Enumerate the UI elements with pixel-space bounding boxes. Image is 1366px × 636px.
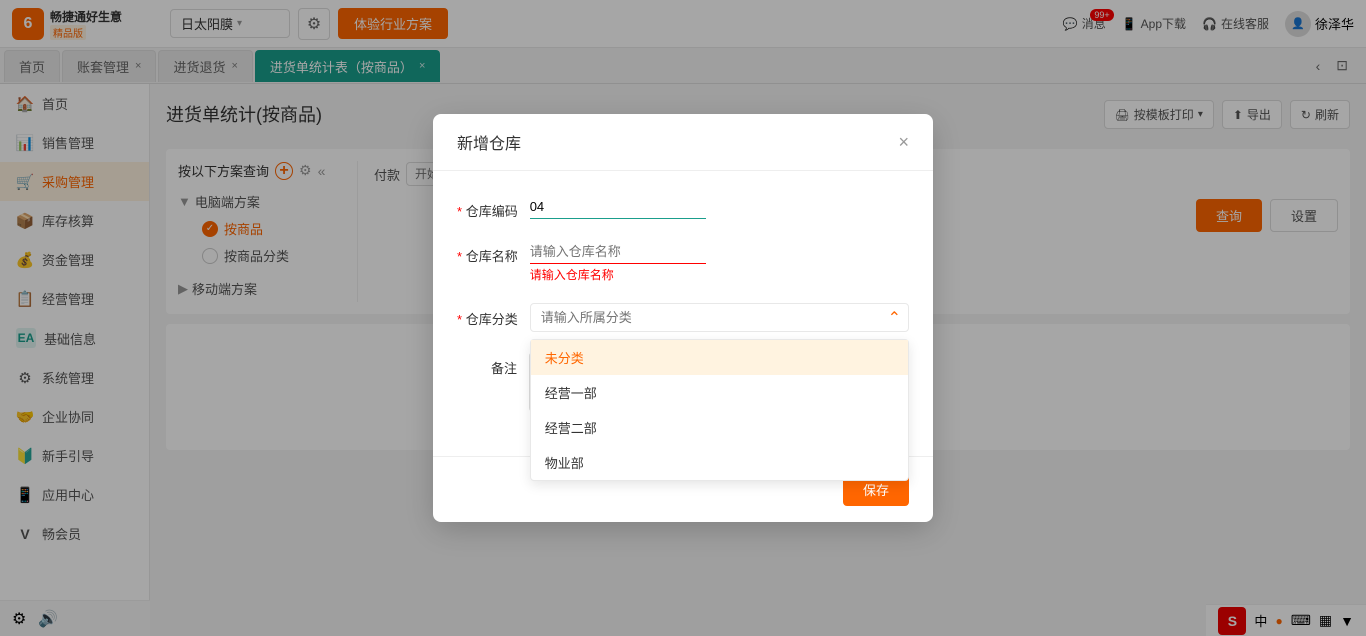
dialog-title: 新增仓库 [457, 130, 521, 154]
dialog-header: 新增仓库 × [433, 114, 933, 171]
modal-overlay: 新增仓库 × * 仓库编码 * 仓库名称 [0, 0, 1366, 636]
required-star: * [457, 204, 462, 219]
name-input-wrap: 请输入仓库名称 [530, 240, 909, 283]
dropdown-item-unclassified[interactable]: 未分类 [531, 340, 908, 375]
warehouse-name-input[interactable] [530, 240, 706, 264]
name-error-msg: 请输入仓库名称 [530, 266, 909, 283]
code-label: * 仓库编码 [457, 195, 518, 220]
dialog-body: * 仓库编码 * 仓库名称 请输入仓库名称 [433, 171, 933, 456]
required-star-3: * [457, 312, 462, 327]
code-input-wrap [530, 195, 909, 219]
dropdown-item-property[interactable]: 物业部 [531, 445, 908, 480]
category-label: * 仓库分类 [457, 303, 518, 328]
dialog-close-button[interactable]: × [898, 132, 909, 153]
category-input-wrap: ⌃ 未分类 经营一部 经营二部 物业部 [530, 303, 909, 332]
warehouse-category-row: * 仓库分类 ⌃ 未分类 经营一部 经营二部 物业部 [457, 303, 909, 332]
category-toggle-icon[interactable]: ⌃ [888, 308, 901, 328]
warehouse-code-input[interactable] [530, 195, 706, 219]
category-dropdown: 未分类 经营一部 经营二部 物业部 [530, 339, 909, 481]
remark-label: 备注 [457, 352, 517, 377]
warehouse-code-row: * 仓库编码 [457, 195, 909, 220]
category-input[interactable] [530, 303, 909, 332]
name-label: * 仓库名称 [457, 240, 518, 265]
dropdown-item-dept1[interactable]: 经营一部 [531, 375, 908, 410]
required-star-2: * [457, 249, 462, 264]
add-warehouse-dialog: 新增仓库 × * 仓库编码 * 仓库名称 [433, 114, 933, 522]
warehouse-name-row: * 仓库名称 请输入仓库名称 [457, 240, 909, 283]
dropdown-item-dept2[interactable]: 经营二部 [531, 410, 908, 445]
